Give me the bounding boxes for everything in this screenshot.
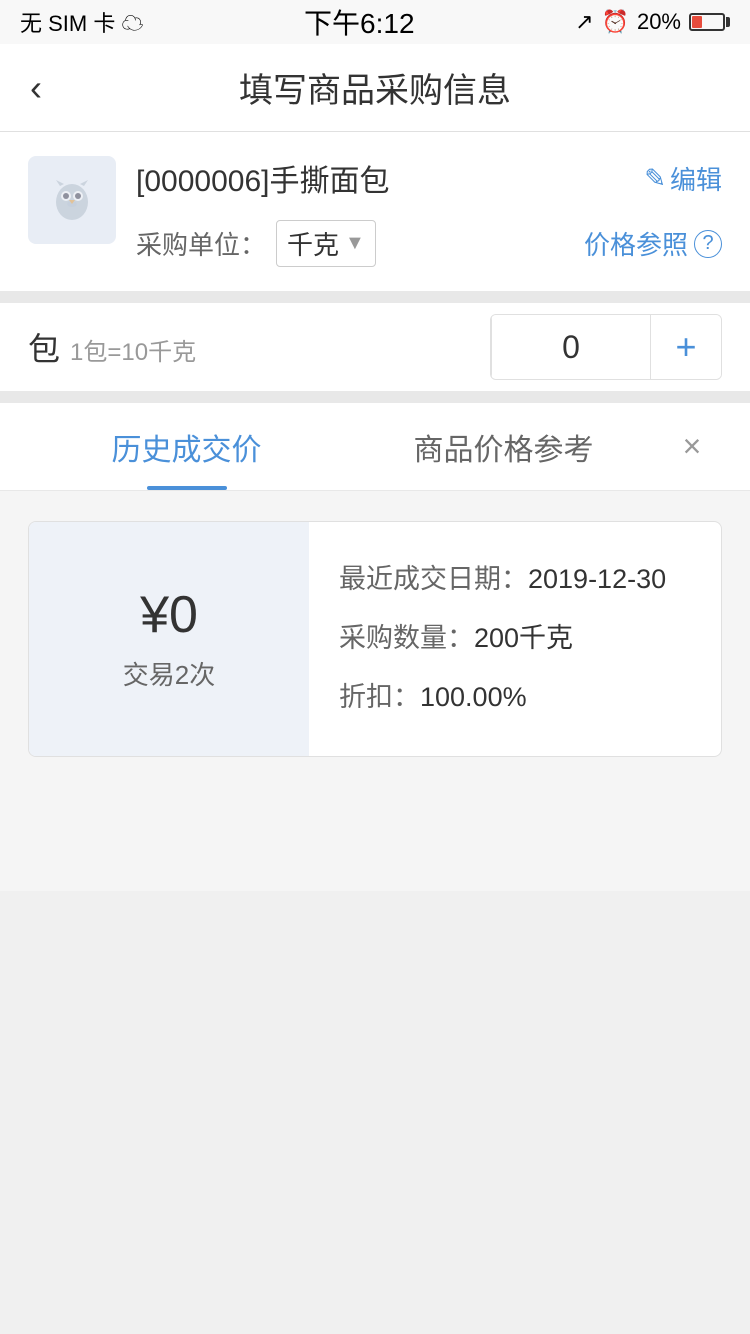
unit-label: 采购单位：: [136, 225, 266, 262]
tabs-bar: 历史成交价 商品价格参考 ×: [0, 403, 750, 491]
status-bar: 无 SIM 卡 ☁ 下午6:12 ↗ ⏰ 20%: [0, 0, 750, 44]
page-title: 填写商品采购信息: [239, 63, 511, 112]
location-icon: ↗: [575, 9, 593, 35]
history-price-value: ¥0: [140, 585, 198, 645]
back-button[interactable]: ‹: [20, 57, 52, 119]
battery-icon: [689, 13, 730, 31]
quantity-input[interactable]: [491, 315, 651, 379]
product-thumbnail: [28, 156, 116, 244]
tab-active-indicator: [147, 486, 227, 490]
unit-value: 千克: [287, 225, 339, 262]
tab-history-price[interactable]: 历史成交价: [28, 403, 345, 490]
quantity-row: 包 1包=10千克 +: [0, 303, 750, 391]
unit-arrow-icon: ▼: [345, 232, 365, 255]
history-card: ¥0 交易2次 最近成交日期：2019-12-30 采购数量：200千克 折扣：…: [28, 521, 722, 757]
recent-date-row: 最近成交日期：2019-12-30: [339, 558, 691, 601]
battery-percent: 20%: [637, 9, 681, 35]
product-header: [0000006]手撕面包 ✎ 编辑: [136, 156, 722, 200]
quantity-add-button[interactable]: +: [651, 315, 721, 379]
product-name: [0000006]手撕面包: [136, 156, 389, 200]
edit-button[interactable]: ✎ 编辑: [644, 160, 722, 197]
unit-select[interactable]: 千克 ▼: [276, 220, 376, 267]
section-divider-2: [0, 391, 750, 403]
product-card: [0000006]手撕面包 ✎ 编辑 采购单位： 千克 ▼ 价格参照 ?: [0, 132, 750, 291]
tab-close-button[interactable]: ×: [662, 417, 722, 477]
status-right: ↗ ⏰ 20%: [575, 9, 730, 35]
tab-history-label: 历史成交价: [112, 425, 262, 469]
status-time: 下午6:12: [304, 2, 415, 42]
quantity-unit-big: 包: [28, 324, 60, 370]
quantity-unit-sub: 1包=10千克: [70, 332, 196, 367]
quantity-label-group: 包 1包=10千克: [28, 324, 196, 370]
product-unit-row: 采购单位： 千克 ▼ 价格参照 ?: [136, 220, 722, 267]
nav-bar: ‹ 填写商品采购信息: [0, 44, 750, 132]
purchase-qty-label: 采购数量：: [339, 623, 474, 653]
quantity-input-group[interactable]: +: [490, 314, 722, 380]
edit-label: 编辑: [670, 160, 722, 197]
recent-date-value: 2019-12-30: [528, 564, 666, 594]
price-ref-label: 价格参照: [584, 225, 688, 262]
edit-icon: ✎: [644, 163, 666, 194]
sim-status: 无 SIM 卡 ☁: [20, 6, 143, 38]
status-left: 无 SIM 卡 ☁: [20, 6, 143, 38]
section-divider: [0, 291, 750, 303]
history-price-panel: ¥0 交易2次: [29, 522, 309, 756]
alarm-icon: ⏰: [602, 9, 629, 35]
discount-row: 折扣：100.00%: [339, 676, 691, 719]
history-detail-panel: 最近成交日期：2019-12-30 采购数量：200千克 折扣：100.00%: [309, 522, 721, 756]
content-area: ¥0 交易2次 最近成交日期：2019-12-30 采购数量：200千克 折扣：…: [0, 491, 750, 891]
tab-product-label: 商品价格参考: [414, 425, 594, 469]
purchase-qty-row: 采购数量：200千克: [339, 617, 691, 660]
history-trade-count: 交易2次: [123, 655, 215, 692]
price-reference-button[interactable]: 价格参照 ?: [584, 225, 722, 262]
purchase-qty-value: 200千克: [474, 623, 573, 653]
product-info: [0000006]手撕面包 ✎ 编辑 采购单位： 千克 ▼ 价格参照 ?: [136, 156, 722, 267]
tab-product-price[interactable]: 商品价格参考: [345, 403, 662, 490]
price-ref-help-icon: ?: [694, 230, 722, 258]
recent-date-label: 最近成交日期：: [339, 564, 528, 594]
discount-label: 折扣：: [339, 682, 420, 712]
discount-value: 100.00%: [420, 682, 527, 712]
